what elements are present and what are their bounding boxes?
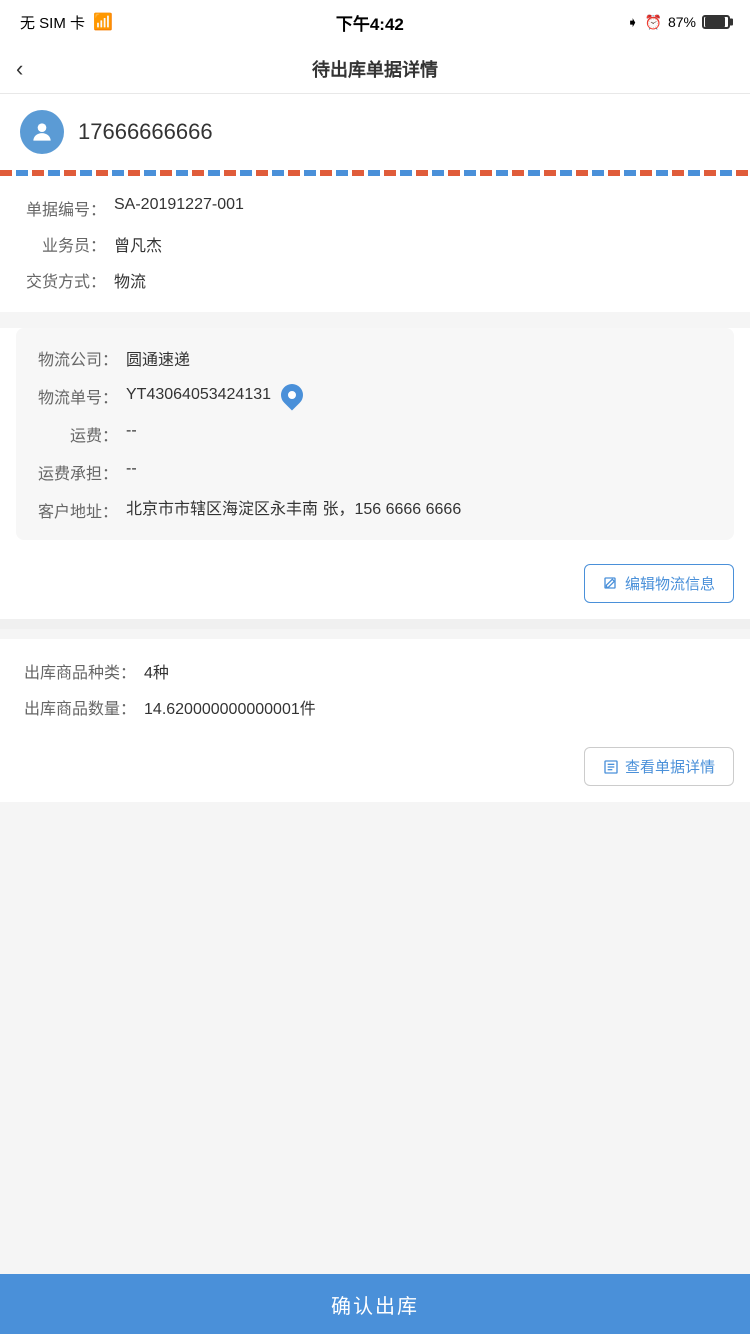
- salesman-value: 曾凡杰: [114, 232, 726, 256]
- salesman-row: 业务员： 曾凡杰: [24, 232, 726, 256]
- goods-types-label: 出库商品种类：: [24, 659, 144, 683]
- edit-logistics-button[interactable]: 编辑物流信息: [584, 564, 734, 603]
- battery-icon: [702, 15, 730, 29]
- nav-bar: ‹ 待出库单据详情: [0, 44, 750, 94]
- order-no-row: 单据编号： SA-20191227-001: [24, 196, 726, 220]
- goods-quantity-row: 出库商品数量： 14.620000000000001件: [24, 695, 726, 719]
- order-info-section: 单据编号： SA-20191227-001 业务员： 曾凡杰 交货方式： 物流: [0, 176, 750, 312]
- salesman-label: 业务员：: [24, 232, 114, 256]
- logistics-company-label: 物流公司：: [36, 346, 126, 370]
- goods-quantity-label: 出库商品数量：: [24, 695, 144, 719]
- goods-quantity-value: 14.620000000000001件: [144, 695, 316, 719]
- freight-row: 运费： --: [36, 422, 714, 446]
- alarm-icon: ⏰: [645, 14, 662, 31]
- freight-label: 运费：: [36, 422, 126, 446]
- delivery-value: 物流: [114, 268, 726, 292]
- delivery-label: 交货方式：: [24, 268, 114, 292]
- avatar: [20, 110, 64, 154]
- order-no-label: 单据编号：: [24, 196, 114, 220]
- logistics-tracking-row: 物流单号： YT43064053424131: [36, 384, 714, 408]
- edit-btn-row: 编辑物流信息: [0, 556, 750, 619]
- status-right: ➧ ⏰ 87%: [627, 14, 730, 31]
- address-value: 北京市市辖区海淀区永丰南 张，156 6666 6666: [126, 498, 714, 522]
- status-left: 无 SIM 卡 📶: [20, 12, 113, 33]
- customer-phone: 17666666666: [78, 119, 213, 145]
- logistics-company-value: 圆通速递: [126, 346, 714, 370]
- logistics-card: 物流公司： 圆通速递 物流单号： YT43064053424131 运费： --…: [16, 328, 734, 540]
- goods-section: 出库商品种类： 4种 出库商品数量： 14.620000000000001件: [0, 639, 750, 739]
- carrier-label: 无 SIM 卡: [20, 12, 85, 33]
- customer-header: 17666666666: [0, 94, 750, 170]
- freight-bearer-label: 运费承担：: [36, 460, 126, 484]
- list-icon: [603, 759, 619, 775]
- goods-types-value: 4种: [144, 659, 169, 683]
- freight-bearer-value: --: [126, 460, 714, 478]
- bottom-spacer: [0, 802, 750, 962]
- view-details-btn-row: 查看单据详情: [0, 739, 750, 802]
- confirm-btn-bar[interactable]: 确认出库: [0, 1274, 750, 1334]
- confirm-btn-label: 确认出库: [331, 1290, 419, 1319]
- freight-value: --: [126, 422, 714, 440]
- order-no-value: SA-20191227-001: [114, 196, 726, 214]
- logistics-tracking-label: 物流单号：: [36, 384, 126, 408]
- delivery-row: 交货方式： 物流: [24, 268, 726, 292]
- back-button[interactable]: ‹: [8, 48, 31, 90]
- status-bar: 无 SIM 卡 📶 下午4:42 ➧ ⏰ 87%: [0, 0, 750, 44]
- page-title: 待出库单据详情: [312, 56, 438, 82]
- location-icon: ➧: [627, 14, 639, 31]
- goods-types-row: 出库商品种类： 4种: [24, 659, 726, 683]
- freight-bearer-row: 运费承担： --: [36, 460, 714, 484]
- logistics-tracking-value: YT43064053424131: [126, 384, 714, 406]
- section-divider: [0, 619, 750, 629]
- address-row: 客户地址： 北京市市辖区海淀区永丰南 张，156 6666 6666: [36, 498, 714, 522]
- view-details-button[interactable]: 查看单据详情: [584, 747, 734, 786]
- edit-icon: [603, 576, 619, 592]
- status-time: 下午4:42: [336, 10, 404, 35]
- address-label: 客户地址：: [36, 498, 126, 522]
- location-pin-icon[interactable]: [276, 379, 307, 410]
- wifi-icon: 📶: [93, 12, 113, 32]
- logistics-company-row: 物流公司： 圆通速递: [36, 346, 714, 370]
- battery-percent: 87%: [668, 14, 696, 30]
